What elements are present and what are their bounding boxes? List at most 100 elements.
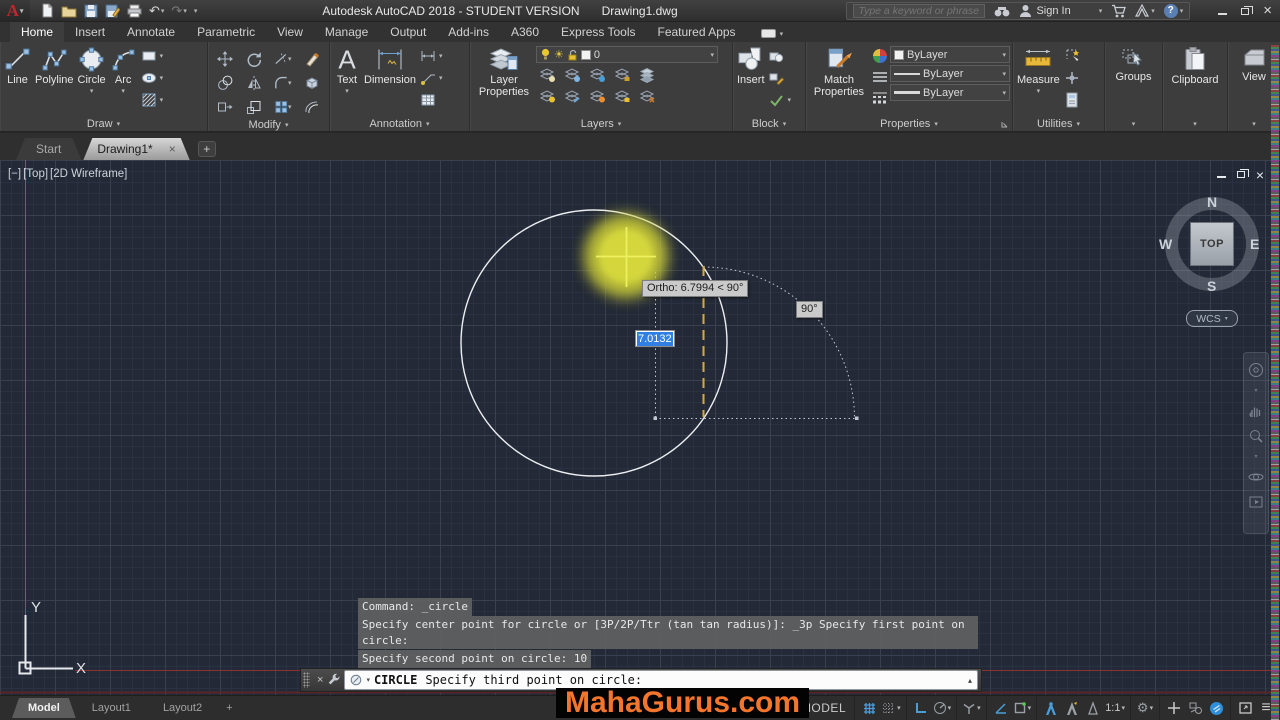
fillet-tool-button[interactable]: ▾ — [274, 74, 292, 92]
annotation-scale-button[interactable] — [1084, 698, 1102, 718]
grid-toggle-button[interactable] — [860, 698, 878, 718]
modify-panel-expander[interactable]: Modify ▾ — [208, 119, 329, 131]
dynamic-input-field[interactable]: 7.0132 — [635, 330, 675, 347]
viewcube-south[interactable]: S — [1207, 278, 1216, 294]
viewcube-north[interactable]: N — [1207, 194, 1217, 210]
sign-in-button[interactable]: Sign In ▾ — [1019, 4, 1102, 18]
leader-button[interactable]: ▾ — [419, 69, 442, 87]
help-button[interactable]: ? ▾ — [1163, 3, 1183, 18]
color-dropdown[interactable]: ByLayer ▾ — [890, 46, 1010, 63]
ellipse-tool-button[interactable]: ▾ — [140, 69, 163, 87]
ortho-toggle-button[interactable] — [912, 698, 930, 718]
layers-panel-expander[interactable]: Layers ▾ — [470, 116, 732, 131]
rectangle-tool-button[interactable]: ▾ — [140, 47, 163, 65]
viewport-menu-control[interactable]: [−] — [8, 168, 21, 180]
id-point-button[interactable] — [1063, 69, 1081, 87]
annotation-monitor-button[interactable] — [1165, 698, 1183, 718]
edit-attributes-button[interactable] — [768, 69, 792, 87]
tab-insert[interactable]: Insert — [64, 22, 116, 42]
tab-addins[interactable]: Add-ins — [437, 22, 500, 42]
layer-states-button[interactable] — [638, 66, 656, 84]
scale-value-button[interactable]: 1:1 ▾ — [1105, 698, 1125, 718]
block-panel-expander[interactable]: Block ▾ — [733, 116, 805, 131]
layer-match-button[interactable] — [563, 87, 581, 105]
tab-parametric[interactable]: Parametric — [186, 22, 266, 42]
groups-panel-expander[interactable]: ▾ — [1105, 116, 1162, 131]
arc-tool-button[interactable]: Arc ▾ — [108, 45, 139, 96]
search-binoculars-icon[interactable] — [994, 5, 1010, 17]
layer-off-button[interactable] — [538, 66, 556, 84]
clipboard-panel-expander[interactable]: ▾ — [1163, 116, 1227, 131]
graphics-performance-button[interactable] — [1207, 698, 1225, 718]
drawing-close-button[interactable]: × — [1256, 168, 1264, 182]
navigation-wheel-icon[interactable] — [1248, 362, 1264, 378]
layer-freeze-button[interactable] — [588, 66, 606, 84]
viewcube-top-face[interactable]: TOP — [1190, 222, 1234, 266]
quick-select-button[interactable] — [1063, 47, 1081, 65]
clipboard-paste-button[interactable]: Clipboard — [1169, 45, 1220, 87]
lineweight-button[interactable] — [871, 89, 889, 107]
wcs-menu[interactable]: WCS ▾ — [1186, 310, 1238, 327]
move-tool-button[interactable] — [216, 50, 234, 68]
layer-lock-button[interactable] — [613, 66, 631, 84]
isolate-objects-button[interactable] — [1186, 698, 1204, 718]
measure-button[interactable]: Measure ▾ — [1015, 45, 1062, 96]
tab-a360[interactable]: A360 — [500, 22, 550, 42]
lineweight-dropdown[interactable]: ByLayer ▾ — [890, 84, 1010, 101]
viewcube-east[interactable]: E — [1250, 236, 1259, 252]
text-tool-button[interactable]: A Text ▾ — [332, 45, 362, 96]
hatch-tool-button[interactable]: ▾ — [140, 91, 163, 109]
orbit-icon[interactable] — [1248, 469, 1264, 485]
undo-button[interactable]: ↶ ▾ — [149, 3, 164, 18]
tab-express-tools[interactable]: Express Tools — [550, 22, 646, 42]
annotation-visibility-button[interactable] — [1042, 698, 1060, 718]
search-input[interactable] — [853, 3, 986, 18]
recent-commands-icon[interactable] — [350, 674, 362, 686]
annotation-autoscale-button[interactable] — [1063, 698, 1081, 718]
quick-calc-button[interactable] — [1063, 91, 1081, 109]
annotation-panel-expander[interactable]: Annotation ▾ — [330, 116, 469, 131]
layout1-tab[interactable]: Layout1 — [76, 698, 147, 718]
osnap-tracking-button[interactable] — [992, 698, 1010, 718]
draw-panel-expander[interactable]: Draw ▾ — [0, 116, 207, 131]
restore-button[interactable] — [1241, 5, 1254, 17]
tab-close-icon[interactable]: × — [169, 142, 176, 156]
create-block-button[interactable] — [768, 47, 792, 65]
minimize-button[interactable] — [1218, 5, 1228, 17]
layer-properties-button[interactable]: Layer Properties — [472, 45, 536, 99]
layer-make-current-button[interactable] — [538, 87, 556, 105]
tab-annotate[interactable]: Annotate — [116, 22, 186, 42]
tab-view[interactable]: View — [266, 22, 314, 42]
block-editor-button[interactable]: ▾ — [768, 91, 791, 109]
viewport-view-control[interactable]: [Top] — [23, 168, 48, 180]
exchange-apps-button[interactable]: ▾ — [1135, 4, 1155, 17]
file-tab-drawing1[interactable]: Drawing1* × — [83, 138, 189, 160]
clean-screen-button[interactable] — [1236, 698, 1254, 718]
open-file-button[interactable] — [61, 3, 77, 18]
utilities-panel-expander[interactable]: Utilities ▾ — [1013, 116, 1104, 131]
groups-button[interactable]: Groups — [1113, 45, 1153, 84]
save-button[interactable] — [84, 3, 98, 18]
navigation-bar[interactable]: ▾ ▾ — [1243, 352, 1269, 534]
polyline-tool-button[interactable]: Polyline — [33, 45, 76, 87]
linetype-dropdown[interactable]: ByLayer ▾ — [890, 65, 1010, 82]
view-interface-button[interactable]: View — [1240, 45, 1269, 84]
copy-tool-button[interactable] — [216, 74, 234, 92]
dock-grip-handle[interactable] — [303, 672, 310, 688]
properties-panel-expander[interactable]: Properties ▾ — [806, 116, 1012, 131]
insert-block-button[interactable]: Insert — [735, 45, 767, 87]
tab-featured-apps[interactable]: Featured Apps — [647, 22, 747, 42]
tab-output[interactable]: Output — [379, 22, 437, 42]
qat-customize-button[interactable]: ▾ — [194, 3, 198, 18]
explode-tool-button[interactable] — [303, 74, 321, 92]
offset-tool-button[interactable] — [303, 98, 321, 116]
match-properties-button[interactable]: Match Properties — [808, 45, 870, 99]
new-layout-button[interactable]: + — [218, 698, 240, 718]
viewcube[interactable]: N S W E TOP — [1159, 194, 1260, 294]
rotate-tool-button[interactable] — [245, 50, 263, 68]
linetype-button[interactable] — [871, 68, 889, 86]
viewport-visual-style-control[interactable]: [2D Wireframe] — [50, 168, 127, 180]
showmotion-icon[interactable] — [1248, 494, 1264, 510]
pan-hand-icon[interactable] — [1248, 403, 1264, 419]
polar-tracking-button[interactable]: ▾ — [933, 698, 951, 718]
